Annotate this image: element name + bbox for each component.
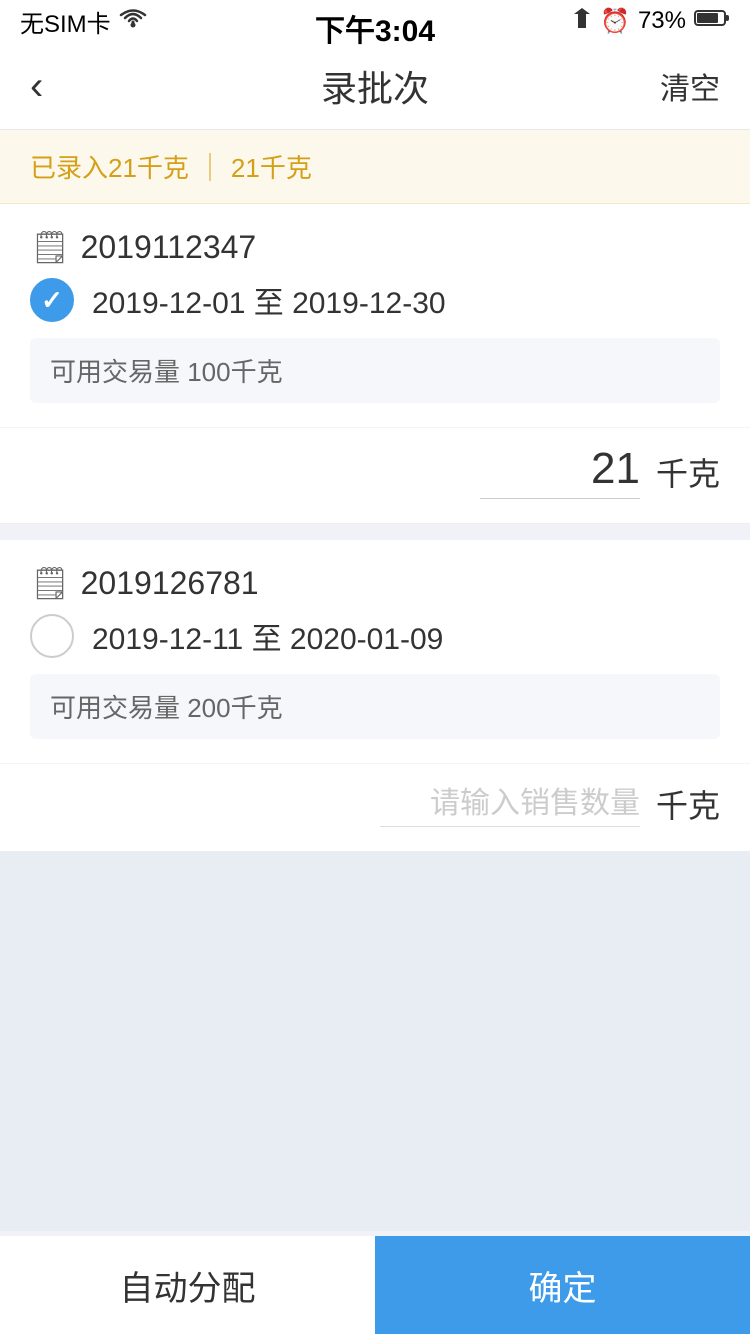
- gray-area: [0, 851, 750, 1231]
- info-bar: 已录入21千克 21千克: [0, 130, 750, 204]
- batch2-id-icon: 🗒: [30, 564, 71, 602]
- location-icon: [572, 6, 592, 37]
- carrier-text: 无SIM卡: [20, 4, 111, 39]
- batch1-date-row[interactable]: 2019-12-01 至 2019-12-30: [30, 278, 720, 322]
- alarm-icon: ⏰: [600, 7, 630, 36]
- battery-text: 73%: [638, 7, 686, 35]
- status-right: ⏰ 73%: [572, 6, 730, 37]
- batch2-radio[interactable]: [30, 614, 74, 658]
- batch1-available: 可用交易量 100千克: [30, 338, 720, 403]
- batch2-date: 2019-12-11 至 2020-01-09: [92, 614, 443, 658]
- batch1-header: 🗒 2019112347: [30, 228, 720, 266]
- back-button[interactable]: ‹: [30, 66, 43, 106]
- section-divider: [0, 524, 750, 540]
- confirm-button[interactable]: 确定: [375, 1236, 750, 1334]
- auto-distribute-button[interactable]: 自动分配: [0, 1236, 375, 1334]
- batch-item-2: 🗒 2019126781 2019-12-11 至 2020-01-09 可用交…: [0, 540, 750, 764]
- batch1-id: 2019112347: [81, 229, 257, 266]
- status-bar: 无SIM卡 下午3:04 ⏰ 73%: [0, 0, 750, 42]
- batch1-radio[interactable]: [30, 278, 74, 322]
- batch1-quantity-display: 21: [480, 444, 640, 499]
- batch2-unit: 千克: [656, 781, 720, 827]
- batch1-id-icon: 🗒: [30, 228, 71, 266]
- recorded-value: 21千克: [231, 148, 312, 185]
- clear-button[interactable]: 清空: [660, 64, 720, 108]
- bottom-bar: 自动分配 确定: [0, 1236, 750, 1334]
- info-divider: [209, 153, 211, 181]
- battery-icon: [694, 7, 730, 35]
- wifi-icon: [119, 7, 147, 35]
- status-time: 下午3:04: [315, 6, 435, 50]
- nav-bar: ‹ 录批次 清空: [0, 42, 750, 130]
- batch1-unit: 千克: [656, 449, 720, 495]
- batch1-quantity-value: 21: [591, 444, 640, 493]
- batch2-quantity-input[interactable]: [380, 780, 640, 827]
- page-title: 录批次: [321, 60, 429, 112]
- status-left: 无SIM卡: [20, 4, 147, 39]
- batch2-header: 🗒 2019126781: [30, 564, 720, 602]
- batch2-input-row: 千克: [0, 764, 750, 851]
- batch2-id: 2019126781: [81, 565, 259, 602]
- batch-item-1: 🗒 2019112347 2019-12-01 至 2019-12-30 可用交…: [0, 204, 750, 428]
- batch2-date-row[interactable]: 2019-12-11 至 2020-01-09: [30, 614, 720, 658]
- recorded-label: 已录入21千克: [30, 148, 189, 185]
- batch1-date: 2019-12-01 至 2019-12-30: [92, 278, 446, 322]
- batch1-quantity-row: 21 千克: [0, 428, 750, 524]
- batch2-available: 可用交易量 200千克: [30, 674, 720, 739]
